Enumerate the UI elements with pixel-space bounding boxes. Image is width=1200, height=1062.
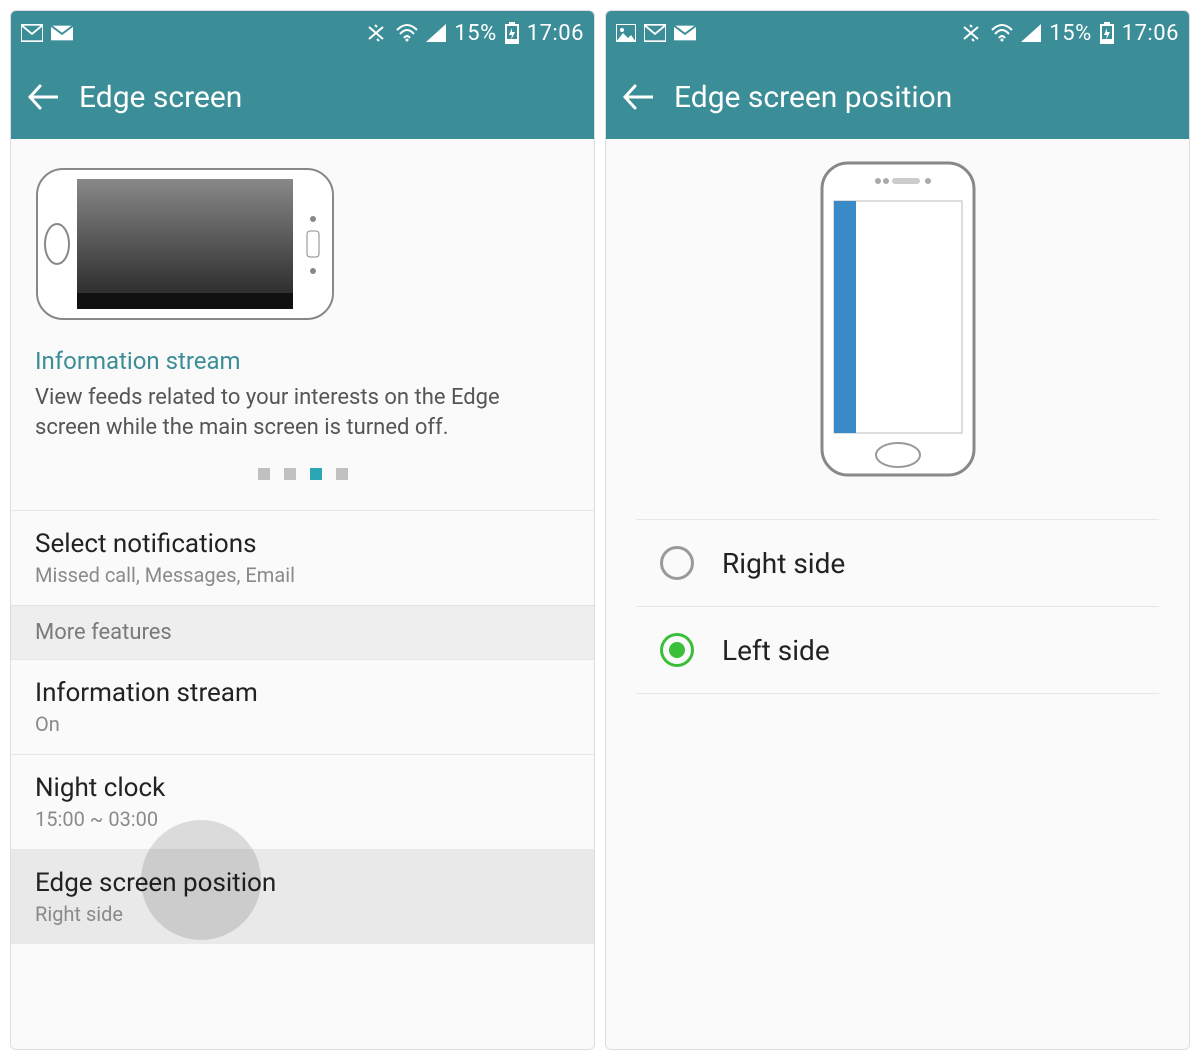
item-subtitle: Missed call, Messages, Email (35, 563, 570, 587)
battery-percent: 15% (1049, 21, 1091, 46)
item-information-stream[interactable]: Information stream On (11, 659, 594, 754)
preview-title: Information stream (35, 347, 570, 375)
item-night-clock[interactable]: Night clock 15:00 ~ 03:00 (11, 754, 594, 849)
item-subtitle: 15:00 ~ 03:00 (35, 807, 570, 831)
preview-pager[interactable]: Information stream View feeds related to… (11, 139, 594, 510)
battery-percent: 15% (454, 21, 496, 46)
page-title: Edge screen (79, 80, 242, 115)
battery-charging-icon (1100, 22, 1114, 44)
right-screenshot: 15% 17:06 Edge screen position Righ (605, 10, 1190, 1050)
vibrate-icon (366, 23, 388, 43)
mail-icon (51, 25, 73, 41)
radio-label: Right side (722, 547, 845, 580)
clock-text: 17:06 (527, 21, 584, 46)
item-title: Edge screen position (35, 868, 570, 898)
app-bar: Edge screen (11, 55, 594, 139)
preview-description: View feeds related to your interests on … (35, 383, 570, 442)
mail-icon (674, 25, 696, 41)
pager-dot[interactable] (310, 468, 322, 480)
item-subtitle: Right side (35, 902, 570, 926)
left-screenshot: 15% 17:06 Edge screen Infor (10, 10, 595, 1050)
gmail-icon (21, 24, 43, 42)
vibrate-icon (961, 23, 983, 43)
signal-icon (426, 24, 446, 42)
back-button[interactable] (622, 81, 654, 113)
back-button[interactable] (27, 81, 59, 113)
radio-icon (660, 633, 694, 667)
item-title: Information stream (35, 678, 570, 708)
radio-right-side[interactable]: Right side (636, 519, 1159, 607)
phone-illustration (35, 159, 335, 329)
radio-left-side[interactable]: Left side (636, 607, 1159, 694)
signal-icon (1021, 24, 1041, 42)
radio-icon (660, 546, 694, 580)
page-title: Edge screen position (674, 80, 952, 115)
gmail-icon (644, 24, 666, 42)
image-icon (616, 24, 636, 42)
wifi-icon (991, 24, 1013, 42)
pager-dot[interactable] (336, 468, 348, 480)
item-title: Night clock (35, 773, 570, 803)
item-edge-screen-position[interactable]: Edge screen position Right side (11, 849, 594, 944)
app-bar: Edge screen position (606, 55, 1189, 139)
radio-label: Left side (722, 634, 830, 667)
clock-text: 17:06 (1122, 21, 1179, 46)
pager-dot[interactable] (258, 468, 270, 480)
item-title: Select notifications (35, 529, 570, 559)
phone-illustration (818, 159, 978, 479)
status-bar: 15% 17:06 (11, 11, 594, 55)
section-more-features: More features (11, 605, 594, 659)
battery-charging-icon (505, 22, 519, 44)
status-bar: 15% 17:06 (606, 11, 1189, 55)
pager-dots (35, 468, 570, 480)
wifi-icon (396, 24, 418, 42)
item-subtitle: On (35, 712, 570, 736)
pager-dot[interactable] (284, 468, 296, 480)
item-select-notifications[interactable]: Select notifications Missed call, Messag… (11, 510, 594, 605)
